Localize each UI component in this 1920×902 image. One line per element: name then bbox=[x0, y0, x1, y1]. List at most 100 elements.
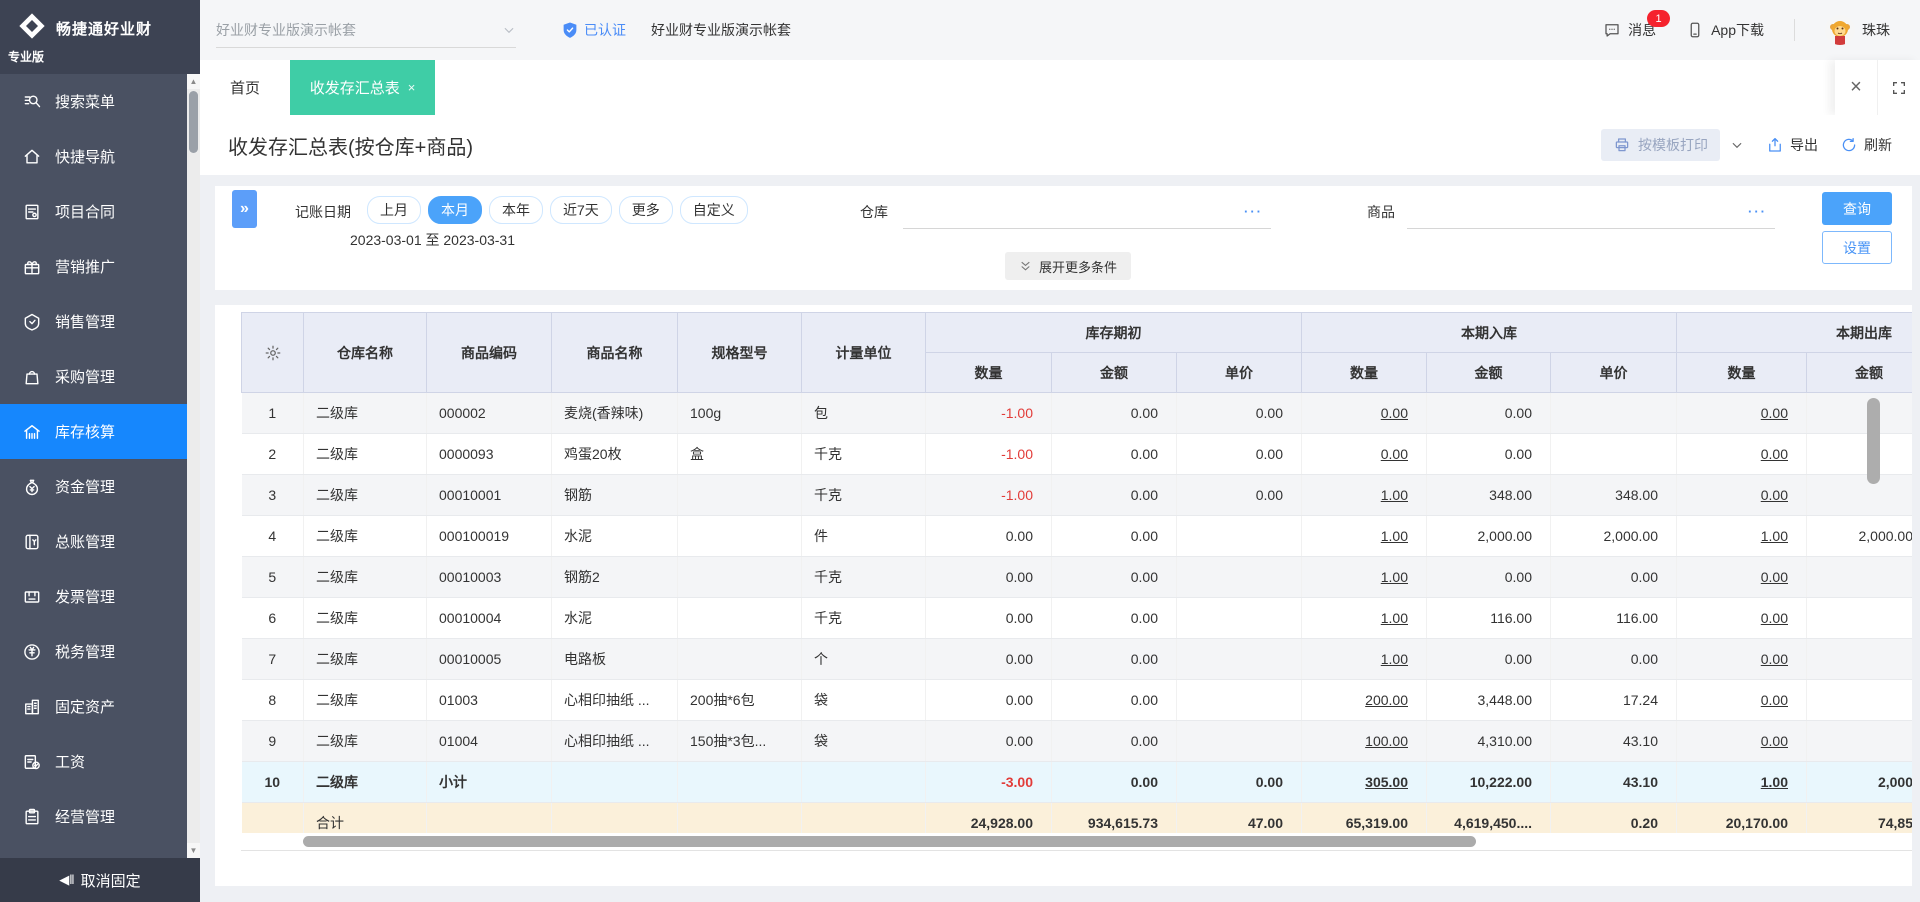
date-option-pill[interactable]: 更多 bbox=[619, 196, 673, 224]
user-menu[interactable]: 珠珠 bbox=[1825, 15, 1890, 45]
sidebar-item[interactable]: 营销推广 bbox=[0, 239, 200, 294]
sub-header-qty[interactable]: 数量 bbox=[1302, 353, 1427, 393]
date-option-pill[interactable]: 近7天 bbox=[550, 196, 612, 224]
cell-inbound-qty-link[interactable]: 1.00 bbox=[1302, 639, 1427, 680]
sidebar-item[interactable]: 固定资产 bbox=[0, 679, 200, 734]
sidebar-item[interactable]: 税务管理 bbox=[0, 624, 200, 679]
table-row[interactable]: 10 二级库 小计 -3.00 0.00 0.00 305.00 10,222.… bbox=[242, 762, 1913, 803]
sidebar-item[interactable]: 资金管理 bbox=[0, 459, 200, 514]
settings-button[interactable]: 设置 bbox=[1822, 231, 1892, 264]
col-header-unit[interactable]: 计量单位 bbox=[802, 313, 926, 393]
account-selector[interactable]: 好业财专业版演示帐套 bbox=[216, 13, 516, 48]
cell-row-number: 9 bbox=[242, 721, 304, 762]
product-input[interactable]: ··· bbox=[1407, 198, 1775, 229]
sub-header-price[interactable]: 单价 bbox=[1177, 353, 1302, 393]
print-options-chevron-icon[interactable] bbox=[1730, 138, 1744, 152]
table-row[interactable]: 8 二级库 01003 心相印抽纸 ... 200抽*6包 袋 0.00 0.0… bbox=[242, 680, 1913, 721]
verified-badge: 已认证 bbox=[561, 20, 626, 40]
column-settings-button[interactable] bbox=[242, 313, 304, 393]
print-by-template-button[interactable]: 按模板打印 bbox=[1601, 129, 1720, 161]
sidebar-item[interactable]: 库存核算 bbox=[0, 404, 200, 459]
messages-button[interactable]: 消息 1 bbox=[1603, 20, 1656, 40]
date-option-pill[interactable]: 本月 bbox=[428, 196, 482, 224]
col-header-name[interactable]: 商品名称 bbox=[552, 313, 678, 393]
cell-inbound-qty-link[interactable]: 0.00 bbox=[1302, 434, 1427, 475]
scroll-up-icon[interactable]: ▲ bbox=[187, 74, 200, 89]
tab-report-active[interactable]: 收发存汇总表 × bbox=[290, 60, 435, 115]
unpin-sidebar-button[interactable]: ◀‖ 取消固定 bbox=[0, 858, 200, 902]
date-option-pill[interactable]: 本年 bbox=[489, 196, 543, 224]
col-header-spec[interactable]: 规格型号 bbox=[678, 313, 802, 393]
table-row[interactable]: 4 二级库 000100019 水泥 件 0.00 0.00 1.00 2,00… bbox=[242, 516, 1913, 557]
col-header-code[interactable]: 商品编码 bbox=[427, 313, 552, 393]
sub-header-price[interactable]: 单价 bbox=[1551, 353, 1677, 393]
table-row[interactable]: 7 二级库 00010005 电路板 个 0.00 0.00 1.00 0.00… bbox=[242, 639, 1913, 680]
sub-header-qty[interactable]: 数量 bbox=[926, 353, 1052, 393]
warehouse-input[interactable]: ··· bbox=[903, 198, 1271, 229]
cell-inbound-qty-link[interactable]: 1.00 bbox=[1302, 598, 1427, 639]
horizontal-scrollbar-thumb[interactable] bbox=[303, 836, 1476, 847]
sidebar-item[interactable]: 搜索菜单 bbox=[0, 74, 200, 129]
warehouse-picker-icon[interactable]: ··· bbox=[1244, 204, 1263, 219]
sidebar-scrollbar-thumb[interactable] bbox=[189, 91, 198, 153]
sub-header-amount[interactable]: 金额 bbox=[1807, 353, 1913, 393]
sidebar-item[interactable]: 项目合同 bbox=[0, 184, 200, 239]
cell-outbound-qty-link[interactable]: 0.00 bbox=[1677, 680, 1807, 721]
cell-inbound-qty-link[interactable]: 0.00 bbox=[1302, 393, 1427, 434]
cell-outbound-qty-link[interactable]: 0.00 bbox=[1677, 393, 1807, 434]
cell-inbound-qty-link[interactable]: 1.00 bbox=[1302, 516, 1427, 557]
cell-inbound-qty-link[interactable]: 1.00 bbox=[1302, 475, 1427, 516]
cell-outbound-qty-link[interactable]: 0.00 bbox=[1677, 434, 1807, 475]
sub-header-amount[interactable]: 金额 bbox=[1052, 353, 1177, 393]
cell-outbound-qty-link[interactable]: 0.00 bbox=[1677, 721, 1807, 762]
sidebar-item[interactable]: 采购管理 bbox=[0, 349, 200, 404]
table-row[interactable]: 9 二级库 01004 心相印抽纸 ... 150抽*3包... 袋 0.00 … bbox=[242, 721, 1913, 762]
sidebar-item[interactable]: 总账管理 bbox=[0, 514, 200, 569]
table-row[interactable]: 6 二级库 00010004 水泥 千克 0.00 0.00 1.00 116.… bbox=[242, 598, 1913, 639]
cell-outbound-qty-link[interactable]: 0.00 bbox=[1677, 557, 1807, 598]
fullscreen-button[interactable] bbox=[1878, 60, 1920, 115]
app-download-button[interactable]: App下载 bbox=[1686, 20, 1764, 40]
cell-outbound-qty-link[interactable]: 0.00 bbox=[1677, 475, 1807, 516]
sidebar-item[interactable]: 工资 bbox=[0, 734, 200, 789]
cell-opening-qty: 0.00 bbox=[926, 598, 1052, 639]
table-row[interactable]: 3 二级库 00010001 钢筋 千克 -1.00 0.00 0.00 1.0… bbox=[242, 475, 1913, 516]
sub-header-qty[interactable]: 数量 bbox=[1677, 353, 1807, 393]
horizontal-scrollbar[interactable] bbox=[241, 834, 1912, 851]
cell-outbound-qty-link[interactable]: 1.00 bbox=[1677, 762, 1807, 803]
cell-inbound-qty-link[interactable]: 100.00 bbox=[1302, 721, 1427, 762]
sub-header-amount[interactable]: 金额 bbox=[1427, 353, 1551, 393]
scroll-down-icon[interactable]: ▼ bbox=[187, 843, 200, 858]
total-outbound-qty: 20,170.00 bbox=[1677, 803, 1807, 834]
product-picker-icon[interactable]: ··· bbox=[1748, 204, 1767, 219]
sidebar-item[interactable]: 经营管理 bbox=[0, 789, 200, 844]
cell-inbound-qty-link[interactable]: 200.00 bbox=[1302, 680, 1427, 721]
tab-close-icon[interactable]: × bbox=[408, 80, 416, 95]
cell-outbound-qty-link[interactable]: 0.00 bbox=[1677, 639, 1807, 680]
refresh-button[interactable]: 刷新 bbox=[1840, 135, 1892, 155]
table-row[interactable]: 2 二级库 0000093 鸡蛋20枚 盒 千克 -1.00 0.00 0.00… bbox=[242, 434, 1913, 475]
table-row[interactable]: 5 二级库 00010003 钢筋2 千克 0.00 0.00 1.00 0.0… bbox=[242, 557, 1913, 598]
export-button[interactable]: 导出 bbox=[1766, 135, 1818, 155]
gift-icon bbox=[22, 257, 42, 277]
group-header-inbound: 本期入库 bbox=[1302, 313, 1677, 353]
sidebar-item[interactable]: 发票管理 bbox=[0, 569, 200, 624]
close-button[interactable]: × bbox=[1835, 60, 1878, 115]
sidebar-item[interactable]: 销售管理 bbox=[0, 294, 200, 349]
col-header-warehouse[interactable]: 仓库名称 bbox=[304, 313, 427, 393]
date-range-value[interactable]: 2023-03-01 至 2023-03-31 bbox=[350, 230, 515, 250]
expand-more-conditions-button[interactable]: 展开更多条件 bbox=[1005, 252, 1131, 280]
collapse-filter-button[interactable]: » bbox=[232, 190, 257, 228]
cell-inbound-qty-link[interactable]: 1.00 bbox=[1302, 557, 1427, 598]
cell-outbound-qty-link[interactable]: 1.00 bbox=[1677, 516, 1807, 557]
cell-outbound-qty-link[interactable]: 0.00 bbox=[1677, 598, 1807, 639]
date-option-pill[interactable]: 上月 bbox=[367, 196, 421, 224]
table-row[interactable]: 1 二级库 000002 麦烧(香辣味) 100g 包 -1.00 0.00 0… bbox=[242, 393, 1913, 434]
tab-home[interactable]: 首页 bbox=[200, 60, 290, 115]
cell-inbound-qty-link[interactable]: 305.00 bbox=[1302, 762, 1427, 803]
query-button[interactable]: 查询 bbox=[1822, 192, 1892, 225]
sidebar-scrollbar[interactable]: ▲ ▼ bbox=[187, 74, 200, 858]
date-option-pill[interactable]: 自定义 bbox=[680, 196, 748, 224]
vertical-scrollbar-thumb[interactable] bbox=[1867, 398, 1880, 484]
sidebar-item[interactable]: 快捷导航 bbox=[0, 129, 200, 184]
